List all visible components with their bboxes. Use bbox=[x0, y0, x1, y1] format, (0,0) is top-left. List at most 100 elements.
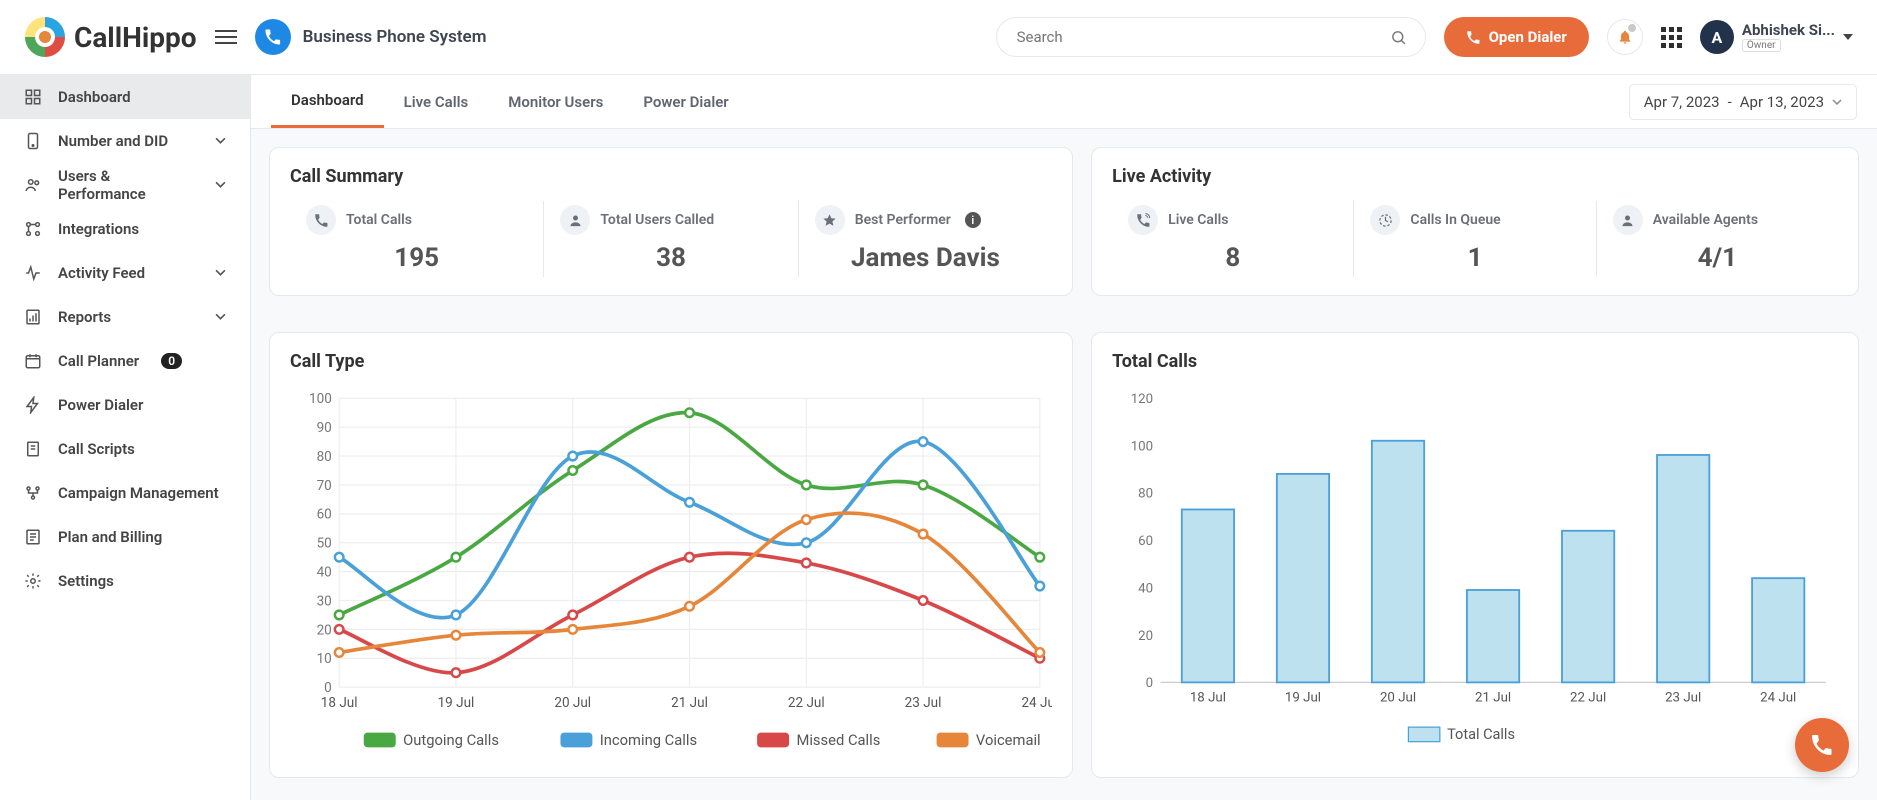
svg-text:24 Jul: 24 Jul bbox=[1760, 691, 1796, 706]
sidebar-item-campaign-management[interactable]: Campaign Management bbox=[0, 471, 250, 515]
live-call-icon bbox=[1128, 205, 1158, 235]
card-title: Live Activity bbox=[1112, 166, 1838, 187]
sidebar-item-activity-feed[interactable]: Activity Feed bbox=[0, 251, 250, 295]
chevron-down-icon bbox=[1843, 34, 1853, 40]
stat-label: Total Calls bbox=[346, 212, 412, 228]
svg-text:60: 60 bbox=[317, 507, 332, 523]
stat-label: Total Users Called bbox=[600, 212, 714, 228]
sidebar-item-power-dialer[interactable]: Power Dialer bbox=[0, 383, 250, 427]
svg-text:18 Jul: 18 Jul bbox=[321, 695, 358, 711]
svg-text:20: 20 bbox=[317, 622, 332, 638]
search-input[interactable] bbox=[1015, 27, 1390, 47]
info-icon[interactable]: i bbox=[965, 212, 981, 228]
svg-text:19 Jul: 19 Jul bbox=[438, 695, 475, 711]
call-type-line-chart: 010203040506070809010018 Jul19 Jul20 Jul… bbox=[290, 386, 1052, 755]
sidebar-item-dashboard[interactable]: Dashboard bbox=[0, 75, 250, 119]
stat-label: Best Performer bbox=[855, 212, 951, 228]
tab-monitor-users[interactable]: Monitor Users bbox=[488, 75, 623, 128]
phone-icon bbox=[1810, 733, 1834, 757]
svg-text:0: 0 bbox=[324, 680, 332, 696]
sidebar-item-users-performance[interactable]: Users & Performance bbox=[0, 163, 250, 207]
svg-text:100: 100 bbox=[309, 391, 332, 407]
user-menu[interactable]: A Abhishek Si... Owner bbox=[1700, 20, 1853, 54]
search-box[interactable] bbox=[996, 17, 1426, 57]
activity-icon bbox=[24, 264, 42, 282]
phone-icon bbox=[1466, 30, 1481, 45]
sidebar-item-reports[interactable]: Reports bbox=[0, 295, 250, 339]
svg-text:21 Jul: 21 Jul bbox=[1475, 691, 1511, 706]
sidebar-item-integrations[interactable]: Integrations bbox=[0, 207, 250, 251]
gear-icon bbox=[24, 572, 42, 590]
sidebar-item-settings[interactable]: Settings bbox=[0, 559, 250, 603]
sidebar-item-label: Integrations bbox=[58, 220, 139, 238]
sidebar-item-call-planner[interactable]: Call Planner0 bbox=[0, 339, 250, 383]
sidebar-item-label: Activity Feed bbox=[58, 264, 145, 282]
svg-text:23 Jul: 23 Jul bbox=[905, 695, 942, 711]
stat-label: Live Calls bbox=[1168, 212, 1228, 228]
header: CallHippo Business Phone System Open Dia… bbox=[0, 0, 1877, 75]
dashboard-icon bbox=[24, 88, 42, 106]
billing-icon bbox=[24, 528, 42, 546]
phone-number-icon bbox=[24, 132, 42, 150]
page-title-chip: Business Phone System bbox=[255, 19, 487, 55]
notifications-button[interactable] bbox=[1607, 19, 1643, 55]
calendar-icon bbox=[24, 352, 42, 370]
avatar: A bbox=[1700, 20, 1734, 54]
svg-text:120: 120 bbox=[1131, 392, 1153, 407]
chart-title: Call Type bbox=[290, 351, 1052, 372]
stat-value: 8 bbox=[1128, 243, 1337, 273]
svg-text:40: 40 bbox=[317, 565, 332, 581]
stat-calls-in-queue: Calls In Queue1 bbox=[1354, 201, 1596, 277]
sidebar-item-label: Settings bbox=[58, 572, 114, 590]
phone-icon bbox=[306, 205, 336, 235]
sidebar-item-plan-and-billing[interactable]: Plan and Billing bbox=[0, 515, 250, 559]
svg-text:22 Jul: 22 Jul bbox=[788, 695, 825, 711]
chevron-down-icon bbox=[215, 264, 226, 282]
tab-power-dialer[interactable]: Power Dialer bbox=[623, 75, 748, 128]
tab-bar: DashboardLive CallsMonitor UsersPower Di… bbox=[251, 75, 1877, 129]
reports-icon bbox=[24, 308, 42, 326]
svg-text:50: 50 bbox=[317, 536, 332, 552]
integrations-icon bbox=[24, 220, 42, 238]
dialer-fab[interactable] bbox=[1795, 718, 1849, 772]
stat-label: Available Agents bbox=[1653, 212, 1758, 228]
tab-dashboard[interactable]: Dashboard bbox=[271, 75, 384, 128]
svg-text:19 Jul: 19 Jul bbox=[1285, 691, 1321, 706]
stat-value: 38 bbox=[560, 243, 781, 273]
stat-value: James Davis bbox=[815, 243, 1036, 273]
brand-logo[interactable]: CallHippo bbox=[24, 16, 197, 58]
queue-icon bbox=[1370, 205, 1400, 235]
chevron-down-icon bbox=[1832, 97, 1842, 107]
person-icon bbox=[560, 205, 590, 235]
svg-text:80: 80 bbox=[1138, 487, 1153, 502]
svg-text:Voicemail: Voicemail bbox=[976, 731, 1041, 749]
bolt-icon bbox=[24, 396, 42, 414]
sidebar-toggle-button[interactable] bbox=[215, 26, 237, 48]
chevron-down-icon bbox=[215, 132, 226, 150]
sidebar: Dashboard Number and DIDUsers & Performan… bbox=[0, 75, 251, 800]
svg-text:20 Jul: 20 Jul bbox=[554, 695, 591, 711]
sidebar-item-label: Campaign Management bbox=[58, 484, 219, 502]
stat-value: 4/1 bbox=[1613, 243, 1822, 273]
stat-value: 195 bbox=[306, 243, 527, 273]
svg-text:21 Jul: 21 Jul bbox=[671, 695, 708, 711]
total-calls-bar-chart: 02040608010012018 Jul19 Jul20 Jul21 Jul2… bbox=[1112, 386, 1838, 749]
date-from: Apr 7, 2023 bbox=[1644, 93, 1720, 111]
sidebar-item-label: Dashboard bbox=[58, 88, 131, 106]
user-name: Abhishek Si... bbox=[1742, 22, 1835, 39]
sidebar-item-call-scripts[interactable]: Call Scripts bbox=[0, 427, 250, 471]
stat-total-users-called: Total Users Called 38 bbox=[544, 201, 798, 277]
apps-button[interactable] bbox=[1661, 27, 1682, 48]
users-icon bbox=[24, 176, 42, 194]
sidebar-item-number-and-did[interactable]: Number and DID bbox=[0, 119, 250, 163]
sidebar-item-label: Reports bbox=[58, 308, 111, 326]
open-dialer-button[interactable]: Open Dialer bbox=[1444, 17, 1589, 57]
svg-text:40: 40 bbox=[1138, 581, 1153, 596]
tab-live-calls[interactable]: Live Calls bbox=[384, 75, 489, 128]
chevron-down-icon bbox=[215, 308, 226, 326]
stat-value: 1 bbox=[1370, 243, 1579, 273]
chart-title: Total Calls bbox=[1112, 351, 1838, 372]
sidebar-item-label: Plan and Billing bbox=[58, 528, 162, 546]
svg-text:Incoming Calls: Incoming Calls bbox=[600, 731, 697, 749]
date-range-picker[interactable]: Apr 7, 2023 - Apr 13, 2023 bbox=[1629, 84, 1857, 120]
